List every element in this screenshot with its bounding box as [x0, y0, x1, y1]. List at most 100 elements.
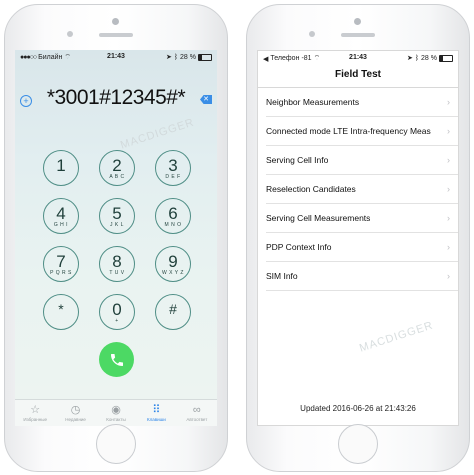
key-digit: 9 [168, 251, 178, 271]
status-bar: ◀ Телефон -81 ⌔ 21:43 ➤ ᛒ 28 % [258, 51, 458, 65]
chevron-right-icon: › [447, 213, 450, 223]
field-test-item[interactable]: SIM Info › [266, 262, 458, 291]
dialer-screen: ●●●○○ Билайн ⌔ 21:43 ➤ ᛒ 28 % + *3001#12… [15, 50, 217, 426]
key-letters: G H I [53, 221, 69, 228]
location-icon: ➤ [165, 54, 172, 61]
key-4[interactable]: 4G H I [43, 198, 79, 234]
chevron-right-icon: › [447, 155, 450, 165]
key-6[interactable]: 6M N O [155, 198, 191, 234]
tab-icon: ◷ [70, 404, 81, 416]
field-test-item-label: PDP Context Info [266, 242, 332, 252]
field-test-item[interactable]: Reselection Candidates › [266, 175, 458, 204]
chevron-right-icon: › [447, 184, 450, 194]
chevron-right-icon: › [447, 97, 450, 107]
chevron-right-icon: › [447, 242, 450, 252]
watermark: MACDIGGER [119, 116, 196, 152]
delete-digit-icon[interactable]: ✕ [200, 95, 212, 104]
key-letters: J K L [110, 221, 124, 228]
add-contact-icon[interactable]: + [20, 95, 32, 107]
tab-0[interactable]: ☆ Избранные [15, 400, 55, 426]
chevron-right-icon: › [447, 126, 450, 136]
phone-icon [110, 353, 123, 366]
battery-percent: 28 % [180, 53, 196, 61]
keypad: 1 2A B C 3D E F 4G H I 5J K L 6M N O 7P Q R S 8… [43, 150, 191, 330]
field-test-item-label: Serving Cell Info [266, 155, 329, 165]
key-digit: 4 [56, 203, 66, 223]
tab-bar: ☆ Избранные ◷ Недавние ◉ Контакты ⠿ Клавиши ∞ Авт… [15, 399, 217, 426]
key-8[interactable]: 8T U V [99, 246, 135, 282]
earpiece-speaker [99, 33, 133, 37]
field-test-item-label: Reselection Candidates [266, 184, 356, 194]
field-test-item[interactable]: Serving Cell Measurements › [266, 204, 458, 233]
key-3[interactable]: 3D E F [155, 150, 191, 186]
field-test-item[interactable]: PDP Context Info › [266, 233, 458, 262]
phone-field-test: ◀ Телефон -81 ⌔ 21:43 ➤ ᛒ 28 % Field Tes… [246, 4, 470, 472]
key-1[interactable]: 1 [43, 150, 79, 186]
field-test-item-label: Serving Cell Measurements [266, 213, 371, 223]
tab-icon: ◉ [111, 404, 121, 416]
field-test-item[interactable]: Neighbor Measurements › [266, 88, 458, 117]
tab-icon: ☆ [30, 404, 41, 416]
key-digit: 6 [168, 203, 178, 223]
key-0[interactable]: 0 + [99, 294, 135, 330]
field-test-screen: ◀ Телефон -81 ⌔ 21:43 ➤ ᛒ 28 % Field Tes… [257, 50, 459, 426]
dialed-number: *3001#12345#* [46, 86, 186, 109]
home-button[interactable] [338, 424, 378, 464]
tab-icon: ∞ [192, 404, 201, 416]
bluetooth-icon: ᛒ [173, 53, 179, 61]
key-digit: 5 [112, 203, 122, 223]
key-letters: W X Y Z [162, 269, 184, 276]
phone-dialer: ●●●○○ Билайн ⌔ 21:43 ➤ ᛒ 28 % + *3001#12… [4, 4, 228, 472]
key-7[interactable]: 7P Q R S [43, 246, 79, 282]
key-5[interactable]: 5J K L [99, 198, 135, 234]
key-digit: # [169, 300, 177, 317]
field-test-item-label: Connected mode LTE Intra-frequency Meas [266, 126, 431, 136]
status-bar: ●●●○○ Билайн ⌔ 21:43 ➤ ᛒ 28 % [15, 50, 217, 64]
key-digit: * [58, 300, 64, 317]
key-letters: + [115, 317, 119, 324]
tab-label: Избранные [23, 417, 47, 422]
key-letters: T U V [109, 269, 125, 276]
field-test-list: Neighbor Measurements › Connected mode LTE… [258, 88, 458, 291]
page-title: Field Test [258, 65, 458, 88]
location-icon: ➤ [406, 55, 413, 62]
chevron-right-icon: › [447, 271, 450, 281]
key-letters: D E F [165, 173, 181, 180]
key-9[interactable]: 9W X Y Z [155, 246, 191, 282]
proximity-sensor [309, 31, 315, 37]
front-camera [112, 18, 119, 25]
call-button[interactable] [99, 342, 134, 377]
tab-3[interactable]: ⠿ Клавиши [136, 400, 176, 426]
earpiece-speaker [341, 33, 375, 37]
tab-1[interactable]: ◷ Недавние [55, 400, 95, 426]
battery-percent: 28 % [421, 54, 437, 62]
key-2[interactable]: 2A B C [99, 150, 135, 186]
key-digit: 2 [112, 155, 122, 175]
key-digit: 1 [56, 155, 66, 175]
key-digit: 3 [168, 155, 178, 175]
key-letters: A B C [109, 173, 125, 180]
tab-2[interactable]: ◉ Контакты [96, 400, 136, 426]
proximity-sensor [67, 31, 73, 37]
field-test-item-label: SIM Info [266, 271, 298, 281]
tab-label: Контакты [106, 417, 126, 422]
front-camera [354, 18, 361, 25]
bluetooth-icon: ᛒ [414, 54, 420, 62]
tab-label: Автоответ [186, 417, 208, 422]
key-hash[interactable]: # [155, 294, 191, 330]
number-display: + *3001#12345#* ✕ [15, 86, 217, 114]
field-test-item[interactable]: Connected mode LTE Intra-frequency Meas › [266, 117, 458, 146]
tab-label: Клавиши [147, 417, 166, 422]
field-test-item-label: Neighbor Measurements [266, 97, 360, 107]
key-star[interactable]: * [43, 294, 79, 330]
tab-4[interactable]: ∞ Автоответ [177, 400, 217, 426]
tab-label: Недавние [65, 417, 86, 422]
key-digit: 8 [112, 251, 122, 271]
home-button[interactable] [96, 424, 136, 464]
key-digit: 0 [112, 299, 122, 319]
key-digit: 7 [56, 251, 66, 271]
field-test-item[interactable]: Serving Cell Info › [266, 146, 458, 175]
battery-icon [198, 53, 212, 61]
key-letters: M N O [164, 221, 182, 228]
key-letters: P Q R S [50, 269, 72, 276]
